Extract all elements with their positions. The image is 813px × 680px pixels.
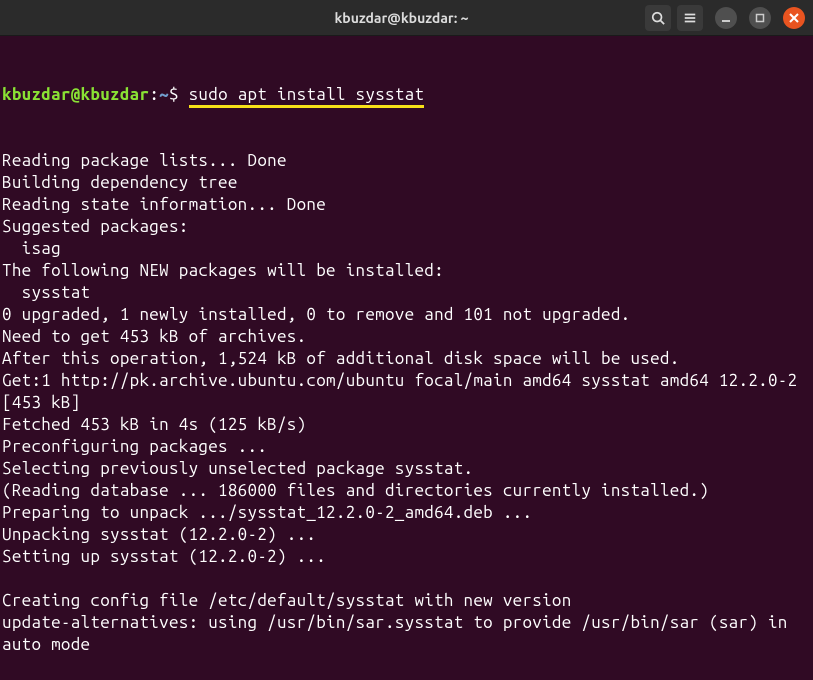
window-title: kbuzdar@kbuzdar: ~: [158, 7, 645, 29]
prompt-dollar: $: [169, 85, 189, 104]
search-icon: [651, 11, 665, 25]
terminal-output-line: Preconfiguring packages ...: [2, 436, 811, 458]
terminal-output-line: Selecting previously unselected package …: [2, 458, 811, 480]
prompt-line: kbuzdar@kbuzdar:~$ sudo apt install syss…: [2, 84, 811, 106]
window-titlebar: kbuzdar@kbuzdar: ~: [0, 0, 813, 36]
terminal-output-line: Preparing to unpack .../sysstat_12.2.0-2…: [2, 502, 811, 524]
terminal-output-line: (Reading database ... 186000 files and d…: [2, 480, 811, 502]
terminal-output-line: Reading state information... Done: [2, 194, 811, 216]
terminal-output-line: update-alternatives: using /usr/bin/sar.…: [2, 612, 811, 656]
prompt-path: ~: [159, 85, 169, 104]
terminal-output-line: Creating config file /etc/default/syssta…: [2, 590, 811, 612]
search-button[interactable]: [645, 5, 671, 31]
terminal-output-line: Need to get 453 kB of archives.: [2, 326, 811, 348]
terminal-output-line: Setting up sysstat (12.2.0-2) ...: [2, 546, 811, 568]
terminal-output-line: Building dependency tree: [2, 172, 811, 194]
terminal-output-line: The following NEW packages will be insta…: [2, 260, 811, 282]
terminal-output-line: [2, 568, 811, 590]
terminal-output-line: Unpacking sysstat (12.2.0-2) ...: [2, 524, 811, 546]
terminal-output-line: 0 upgraded, 1 newly installed, 0 to remo…: [2, 304, 811, 326]
terminal-output-line: sysstat: [2, 282, 811, 304]
titlebar-controls: [645, 5, 805, 31]
maximize-icon: [755, 13, 765, 23]
entered-command: sudo apt install sysstat: [189, 85, 425, 108]
hamburger-icon: [683, 11, 697, 25]
terminal-output-line: After this operation, 1,524 kB of additi…: [2, 348, 811, 370]
close-icon: [789, 13, 799, 23]
prompt-colon: :: [149, 85, 159, 104]
prompt-userhost: kbuzdar@kbuzdar: [2, 85, 149, 104]
menu-button[interactable]: [677, 5, 703, 31]
terminal-area[interactable]: kbuzdar@kbuzdar:~$ sudo apt install syss…: [0, 36, 813, 680]
terminal-output-line: Suggested packages:: [2, 216, 811, 238]
terminal-output-line: Fetched 453 kB in 4s (125 kB/s): [2, 414, 811, 436]
terminal-output-line: Reading package lists... Done: [2, 150, 811, 172]
minimize-button[interactable]: [715, 7, 737, 29]
maximize-button[interactable]: [749, 7, 771, 29]
close-button[interactable]: [783, 7, 805, 29]
terminal-output-line: Get:1 http://pk.archive.ubuntu.com/ubunt…: [2, 370, 811, 414]
terminal-output-line: isag: [2, 238, 811, 260]
minimize-icon: [721, 13, 731, 23]
